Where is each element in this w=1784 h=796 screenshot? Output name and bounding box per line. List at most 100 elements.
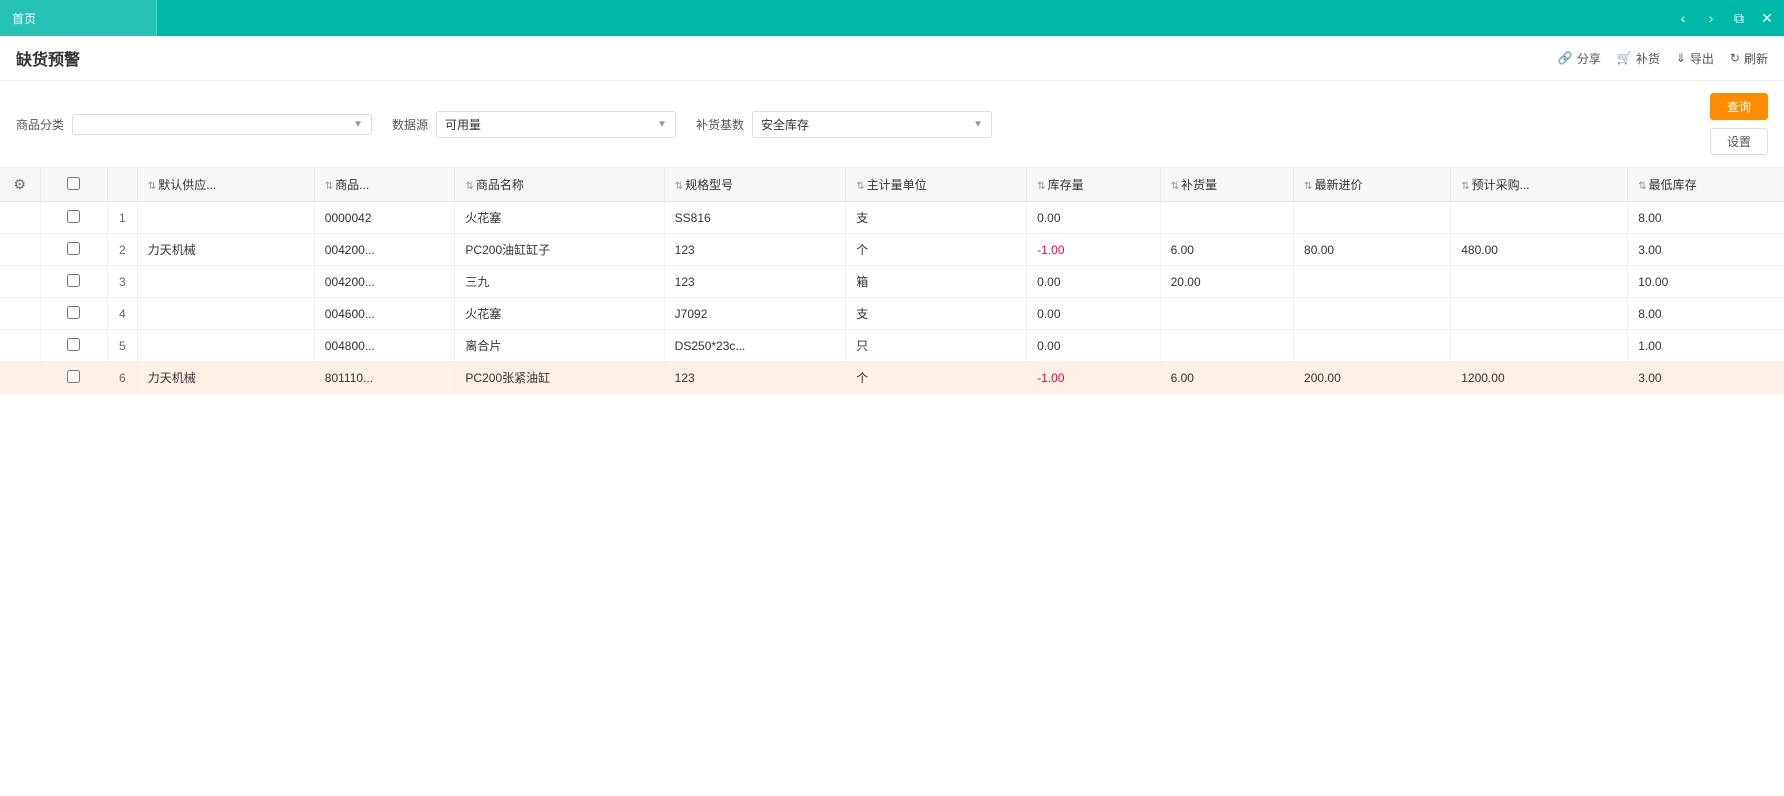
replenish-base-label: 补货基数: [696, 116, 744, 133]
row-replenish-qty: 6.00: [1160, 362, 1293, 394]
row-product-code: 0000042: [314, 202, 455, 234]
row-stock: 0.00: [1027, 330, 1160, 362]
select-all-checkbox[interactable]: [67, 177, 80, 190]
gear-icon: ⚙: [13, 176, 26, 192]
nav-prev-btn[interactable]: ‹: [1670, 5, 1696, 31]
row-checkbox[interactable]: [67, 274, 80, 287]
row-checkbox[interactable]: [67, 210, 80, 223]
column-gear[interactable]: ⚙: [0, 168, 40, 202]
row-default-supplier: 力天机械: [137, 234, 314, 266]
row-product-code: 004800...: [314, 330, 455, 362]
row-checkbox[interactable]: [67, 242, 80, 255]
row-stock: -1.00: [1027, 234, 1160, 266]
row-stock: -1.00: [1027, 362, 1160, 394]
settings-button[interactable]: 设置: [1710, 128, 1768, 155]
row-checkbox[interactable]: [67, 370, 80, 383]
row-checkbox-cell[interactable]: [40, 202, 107, 234]
row-default-supplier: [137, 266, 314, 298]
row-checkbox[interactable]: [67, 338, 80, 351]
nav-next-btn[interactable]: ›: [1698, 5, 1724, 31]
column-default-supplier: ⇅默认供应...: [137, 168, 314, 202]
datasource-select[interactable]: 可用量 ▼: [436, 111, 676, 138]
row-replenish-qty: [1160, 330, 1293, 362]
share-icon: 🔗: [1558, 51, 1573, 65]
row-checkbox-cell[interactable]: [40, 298, 107, 330]
replenish-base-select[interactable]: 安全库存 ▼: [752, 111, 992, 138]
row-checkbox-cell[interactable]: [40, 234, 107, 266]
row-min-stock: 3.00: [1628, 234, 1784, 266]
nav-close-btn[interactable]: ✕: [1754, 5, 1780, 31]
column-replenish-qty: ⇅补货量: [1160, 168, 1293, 202]
row-latest-price: [1294, 202, 1451, 234]
row-gear-cell: [0, 234, 40, 266]
row-latest-price: [1294, 330, 1451, 362]
table-wrapper: ⚙ ⇅默认供应... ⇅商品... ⇅商品名称 ⇅规格型号 ⇅主计量单位 ⇅库存…: [0, 168, 1784, 394]
row-gear-cell: [0, 330, 40, 362]
refresh-icon: ↻: [1730, 51, 1740, 65]
table-row: 4 004600... 火花塞 J7092 支 0.00 8.00: [0, 298, 1784, 330]
row-checkbox[interactable]: [67, 306, 80, 319]
row-unit: 箱: [846, 266, 1027, 298]
row-stock: 0.00: [1027, 266, 1160, 298]
row-latest-price: 80.00: [1294, 234, 1451, 266]
column-row-num: [107, 168, 137, 202]
row-product-name: PC200油缸缸子: [455, 234, 664, 266]
row-spec: J7092: [664, 298, 846, 330]
row-product-name: 离合片: [455, 330, 664, 362]
row-min-stock: 8.00: [1628, 298, 1784, 330]
table-row: 1 0000042 火花塞 SS816 支 0.00 8.00: [0, 202, 1784, 234]
row-min-stock: 8.00: [1628, 202, 1784, 234]
row-replenish-qty: 6.00: [1160, 234, 1293, 266]
row-est-purchase: [1451, 298, 1628, 330]
replenish-base-chevron-icon: ▼: [973, 119, 983, 130]
row-min-stock: 3.00: [1628, 362, 1784, 394]
datasource-select-value: 可用量: [445, 116, 481, 133]
column-unit: ⇅主计量单位: [846, 168, 1027, 202]
row-unit: 个: [846, 234, 1027, 266]
row-stock: 0.00: [1027, 202, 1160, 234]
export-label: 导出: [1690, 50, 1714, 67]
row-number: 1: [107, 202, 137, 234]
row-replenish-qty: [1160, 202, 1293, 234]
nav-tabs: 首页拣货异常处理 ×现存量（库存状况表） ×现存量（库存分布表） ×库存批次账 …: [0, 0, 157, 36]
row-spec: SS816: [664, 202, 846, 234]
column-checkbox: [40, 168, 107, 202]
row-spec: 123: [664, 266, 846, 298]
category-filter-label: 商品分类: [16, 116, 64, 133]
row-checkbox-cell[interactable]: [40, 362, 107, 394]
row-unit: 只: [846, 330, 1027, 362]
row-gear-cell: [0, 266, 40, 298]
row-product-code: 004200...: [314, 266, 455, 298]
row-gear-cell: [0, 202, 40, 234]
row-product-code: 004600...: [314, 298, 455, 330]
row-spec: 123: [664, 362, 846, 394]
column-product-code: ⇅商品...: [314, 168, 455, 202]
row-checkbox-cell[interactable]: [40, 266, 107, 298]
datasource-filter-label: 数据源: [392, 116, 428, 133]
query-button[interactable]: 查询: [1710, 93, 1768, 120]
row-checkbox-cell[interactable]: [40, 330, 107, 362]
refresh-btn[interactable]: ↻ 刷新: [1730, 50, 1768, 67]
share-btn[interactable]: 🔗 分享: [1558, 50, 1601, 67]
share-label: 分享: [1577, 50, 1601, 67]
row-latest-price: [1294, 298, 1451, 330]
row-replenish-qty: [1160, 298, 1293, 330]
export-btn[interactable]: ⇓ 导出: [1676, 50, 1714, 67]
category-select[interactable]: ▼: [72, 114, 372, 135]
page-container: 缺货预警 🔗 分享 🛒 补货 ⇓ 导出 ↻ 刷新 商品分类: [0, 36, 1784, 796]
table-body: 1 0000042 火花塞 SS816 支 0.00 8.00 2 力天机械 0…: [0, 202, 1784, 394]
category-chevron-icon: ▼: [353, 119, 363, 130]
filter-actions: 查询 设置: [1710, 93, 1768, 155]
row-product-name: 火花塞: [455, 202, 664, 234]
datasource-chevron-icon: ▼: [657, 119, 667, 130]
replenish-label: 补货: [1636, 50, 1660, 67]
row-replenish-qty: 20.00: [1160, 266, 1293, 298]
nav-tab-home[interactable]: 首页: [0, 0, 157, 36]
row-gear-cell: [0, 362, 40, 394]
row-number: 6: [107, 362, 137, 394]
replenish-btn[interactable]: 🛒 补货: [1617, 50, 1660, 67]
filter-bar: 商品分类 ▼ 数据源 可用量 ▼ 补货基数 安全库存 ▼ 查询 设置: [0, 81, 1784, 168]
replenish-icon: 🛒: [1617, 51, 1632, 65]
row-number: 4: [107, 298, 137, 330]
nav-restore-btn[interactable]: ⧉: [1726, 5, 1752, 31]
